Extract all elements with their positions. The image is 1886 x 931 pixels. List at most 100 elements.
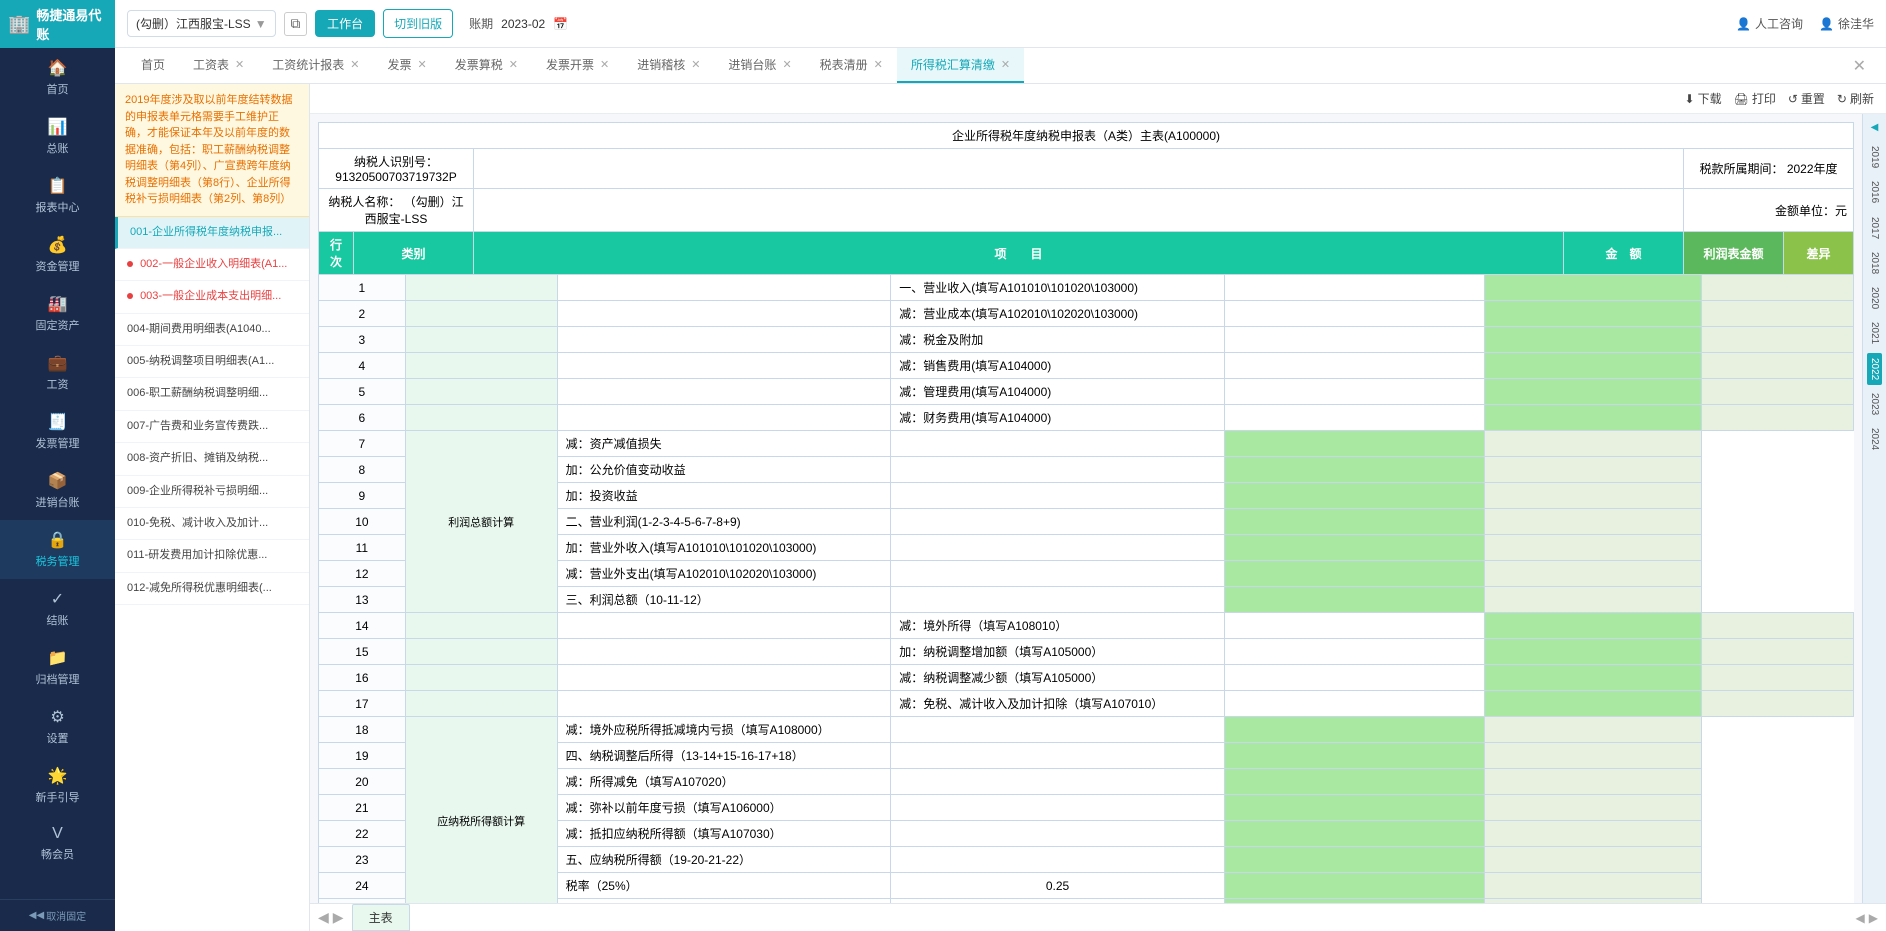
amount-cell[interactable] [891, 483, 1225, 509]
list-item-003[interactable]: 003-一般企业成本支出明细... [115, 281, 309, 313]
amount-cell[interactable] [1224, 301, 1484, 327]
tab-tax-clear[interactable]: 税表清册 ✕ [806, 48, 897, 83]
diff-cell[interactable] [1702, 275, 1854, 301]
download-button[interactable]: ⬇ 下载 [1685, 90, 1722, 107]
amount-cell[interactable] [891, 795, 1225, 821]
sidebar-item-settings[interactable]: ⚙ 设置 [0, 697, 115, 756]
diff-cell[interactable] [1485, 873, 1702, 899]
amount-cell[interactable] [1224, 275, 1484, 301]
diff-cell[interactable] [1485, 561, 1702, 587]
next-icon[interactable]: ▶ [333, 909, 344, 926]
sidebar-item-sales[interactable]: 📦 进销台账 [0, 461, 115, 520]
diff-cell[interactable] [1702, 639, 1854, 665]
workbench-button[interactable]: 工作台 [315, 10, 375, 37]
amount-cell[interactable] [891, 743, 1225, 769]
sidebar-item-general[interactable]: 📊 总账 [0, 107, 115, 166]
diff-cell[interactable] [1702, 327, 1854, 353]
amount-cell[interactable] [1224, 353, 1484, 379]
profit-amount-cell[interactable] [1224, 873, 1484, 899]
tab-close-icon[interactable]: ✕ [1001, 58, 1010, 71]
amount-cell[interactable] [891, 561, 1225, 587]
scroll-right-icon[interactable]: ▶ [1869, 911, 1878, 925]
tab-close-icon[interactable]: ✕ [418, 58, 427, 71]
tab-home[interactable]: 首页 [127, 48, 179, 83]
amount-cell[interactable] [1224, 691, 1484, 717]
year-item[interactable]: 2016 [1867, 176, 1882, 208]
amount-cell[interactable] [891, 509, 1225, 535]
amount-cell[interactable] [1224, 327, 1484, 353]
year-item[interactable]: 2024 [1867, 423, 1882, 455]
list-item-007[interactable]: 007-广告费和业务宣传费跌... [115, 411, 309, 443]
year-item[interactable]: 2021 [1867, 317, 1882, 349]
profit-amount-cell[interactable] [1224, 509, 1484, 535]
diff-cell[interactable] [1485, 587, 1702, 613]
tab-close-icon[interactable]: ✕ [509, 58, 518, 71]
profit-amount-cell[interactable] [1224, 769, 1484, 795]
list-item-001[interactable]: 001-企业所得税年度纳税申报... [115, 217, 309, 249]
tab-close-icon[interactable]: ✕ [691, 58, 700, 71]
reset-button[interactable]: ↺ 重置 [1788, 90, 1825, 107]
list-item-010[interactable]: 010-免税、减计收入及加计... [115, 508, 309, 540]
profit-amount-cell[interactable] [1485, 665, 1702, 691]
diff-cell[interactable] [1485, 847, 1702, 873]
refresh-button[interactable]: ↻ 刷新 [1837, 90, 1874, 107]
tab-close-icon[interactable]: ✕ [874, 58, 883, 71]
diff-cell[interactable] [1702, 665, 1854, 691]
profit-amount-cell[interactable] [1485, 691, 1702, 717]
profit-amount-cell[interactable] [1485, 301, 1702, 327]
diff-cell[interactable] [1702, 353, 1854, 379]
diff-cell[interactable] [1702, 405, 1854, 431]
profit-amount-cell[interactable] [1224, 431, 1484, 457]
tab-invoice[interactable]: 发票 ✕ [373, 48, 440, 83]
list-item-006[interactable]: 006-职工薪酬纳税调整明细... [115, 378, 309, 410]
sidebar-item-funds[interactable]: 💰 资金管理 [0, 225, 115, 284]
close-all-icon[interactable]: ✕ [1845, 56, 1874, 76]
sidebar-item-reports[interactable]: 📋 报表中心 [0, 166, 115, 225]
list-item-012[interactable]: 012-减免所得税优惠明细表(... [115, 573, 309, 605]
sidebar-item-guide[interactable]: 🌟 新手引导 [0, 756, 115, 815]
diff-cell[interactable] [1485, 431, 1702, 457]
diff-cell[interactable] [1702, 379, 1854, 405]
sidebar-item-member[interactable]: V 畅会员 [0, 815, 115, 872]
list-item-002[interactable]: 002-一般企业收入明细表(A1... [115, 249, 309, 281]
profit-amount-cell[interactable] [1224, 743, 1484, 769]
amount-cell[interactable]: 0.25 [891, 873, 1225, 899]
diff-cell[interactable] [1485, 535, 1702, 561]
tab-salary[interactable]: 工资表 ✕ [179, 48, 258, 83]
profit-amount-cell[interactable] [1485, 379, 1702, 405]
sidebar-item-closeout[interactable]: ✓ 结账 [0, 579, 115, 638]
amount-cell[interactable] [891, 535, 1225, 561]
amount-cell[interactable] [1224, 639, 1484, 665]
profit-amount-cell[interactable] [1224, 587, 1484, 613]
year-item[interactable]: 2017 [1867, 212, 1882, 244]
sidebar-item-invoices[interactable]: 🧾 发票管理 [0, 402, 115, 461]
bottom-tab-main[interactable]: 主表 [352, 904, 410, 931]
amount-cell[interactable] [1224, 379, 1484, 405]
year-item[interactable]: 2019 [1867, 141, 1882, 173]
profit-amount-cell[interactable] [1485, 639, 1702, 665]
tab-close-icon[interactable]: ✕ [235, 58, 244, 71]
prev-icon[interactable]: ◀ [318, 909, 329, 926]
diff-cell[interactable] [1485, 717, 1702, 743]
tab-sales-ledger[interactable]: 进销台账 ✕ [714, 48, 805, 83]
amount-cell[interactable] [891, 821, 1225, 847]
profit-amount-cell[interactable] [1224, 535, 1484, 561]
profit-amount-cell[interactable] [1224, 561, 1484, 587]
sidebar-item-assets[interactable]: 🏭 固定资产 [0, 284, 115, 343]
profit-amount-cell[interactable] [1224, 847, 1484, 873]
profit-amount-cell[interactable] [1485, 275, 1702, 301]
list-item-009[interactable]: 009-企业所得税补亏损明细... [115, 476, 309, 508]
expand-icon[interactable]: ◀ [1867, 118, 1882, 137]
list-item-005[interactable]: 005-纳税调整项目明细表(A1... [115, 346, 309, 378]
company-selector[interactable]: (勾删）江西服宝-LSS ▼ [127, 10, 276, 37]
profit-amount-cell[interactable] [1224, 795, 1484, 821]
list-item-011[interactable]: 011-研发费用加计扣除优惠... [115, 540, 309, 572]
tab-close-icon[interactable]: ✕ [350, 58, 359, 71]
amount-cell[interactable] [891, 769, 1225, 795]
diff-cell[interactable] [1702, 613, 1854, 639]
amount-cell[interactable] [891, 587, 1225, 613]
profit-amount-cell[interactable] [1485, 353, 1702, 379]
amount-cell[interactable] [891, 457, 1225, 483]
profit-amount-cell[interactable] [1224, 717, 1484, 743]
diff-cell[interactable] [1485, 483, 1702, 509]
